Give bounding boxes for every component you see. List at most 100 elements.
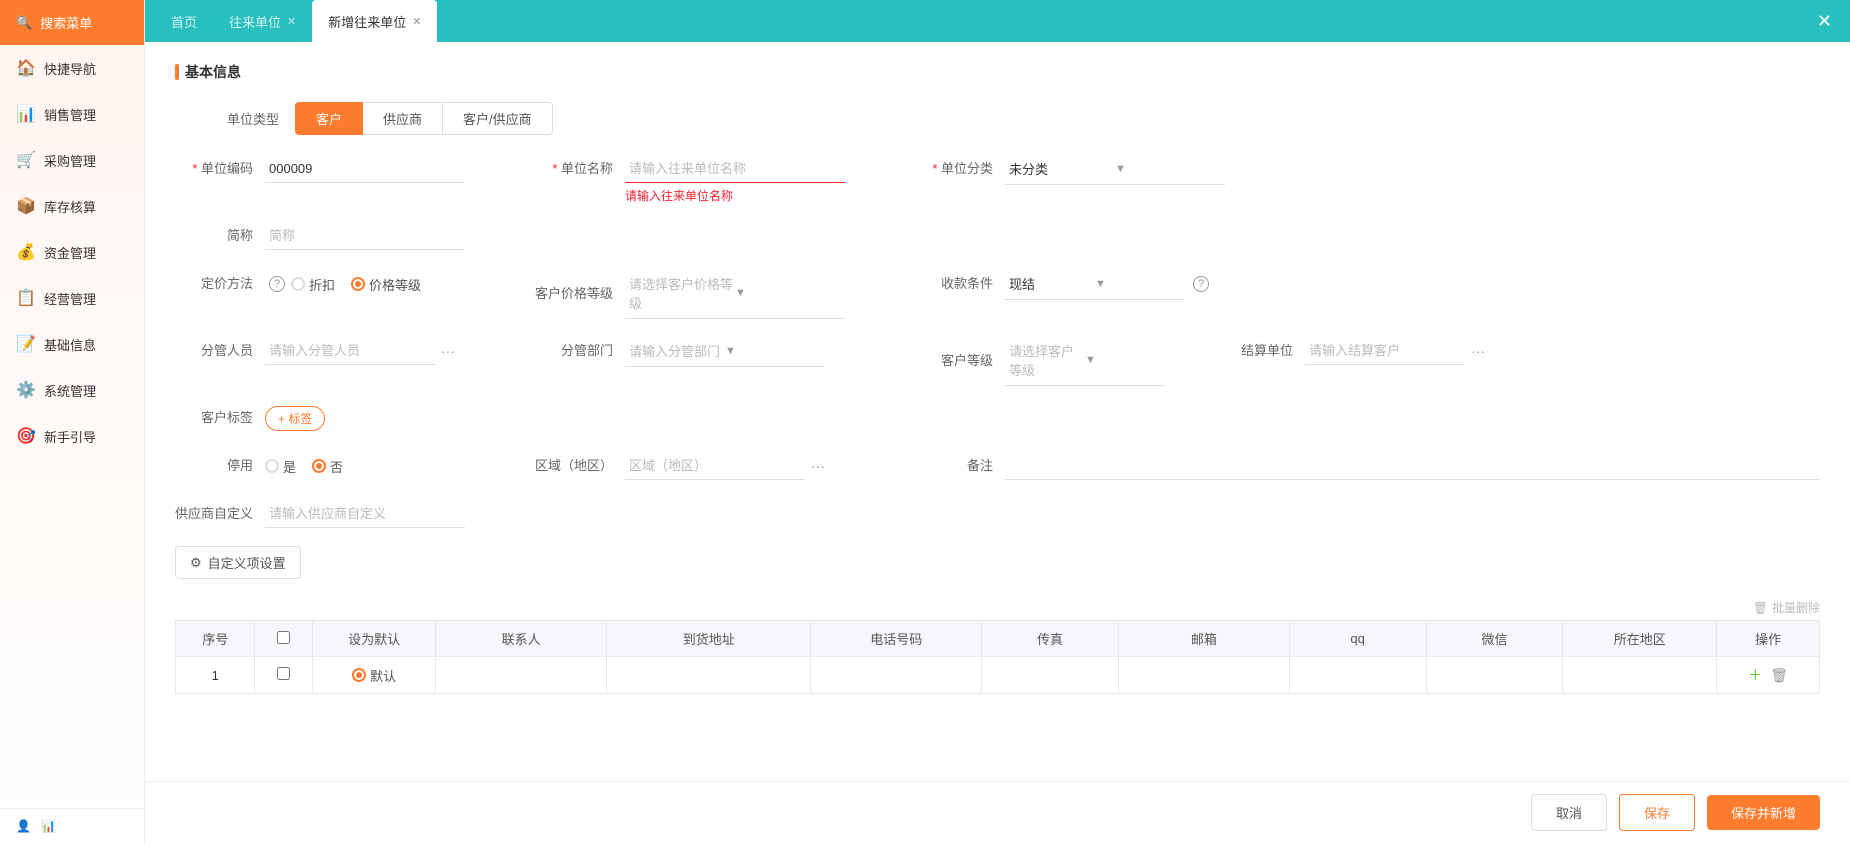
unit-name-label: 单位名称 (535, 153, 625, 185)
sidebar: 🔍 搜索菜单 🏠 快捷导航 📊 销售管理 🛒 采购管理 📦 库存核算 💰 资金管… (0, 0, 145, 843)
region-dots[interactable]: ··· (805, 458, 831, 474)
fax-input[interactable] (1020, 668, 1080, 683)
customer-level-select[interactable]: 请选择客户等级 ▼ (1005, 335, 1165, 386)
field-manager: 分管人员 ··· (175, 335, 535, 367)
tab-partners-close[interactable]: ✕ (287, 15, 296, 28)
cancel-button[interactable]: 取消 (1531, 794, 1607, 831)
save-button[interactable]: 保存 (1619, 794, 1695, 831)
sidebar-item-purchase[interactable]: 🛒 采购管理 (0, 137, 144, 183)
col-qq: qq (1289, 621, 1426, 657)
sidebar-item-operations[interactable]: 📋 经营管理 (0, 275, 144, 321)
payment-terms-select[interactable]: 现结 ▼ (1005, 268, 1185, 300)
unit-type-row: 单位类型 客户 供应商 客户/供应商 (175, 102, 1820, 135)
wechat-input[interactable] (1464, 668, 1524, 683)
address-input[interactable] (659, 668, 759, 683)
manager-dots[interactable]: ··· (435, 343, 461, 359)
phone-input[interactable] (856, 668, 936, 683)
sidebar-item-finance[interactable]: 💰 资金管理 (0, 229, 144, 275)
tab-partners[interactable]: 往来单位 ✕ (213, 0, 312, 42)
field-remark: 备注 (915, 450, 1820, 482)
cell-phone[interactable] (811, 657, 982, 694)
tabs-close-all[interactable]: ✕ (1809, 11, 1840, 32)
pricing-level-label: 价格等级 (369, 275, 421, 294)
unit-btn-customer[interactable]: 客户 (295, 102, 363, 135)
pricing-discount-radio[interactable]: 折扣 (291, 275, 335, 294)
tab-home-label: 首页 (171, 12, 197, 31)
settlement-dots[interactable]: ··· (1465, 343, 1491, 359)
default-radio[interactable]: 默认 (323, 666, 425, 685)
customer-price-chevron: ▼ (735, 287, 841, 299)
main-content: 首页 往来单位 ✕ 新增往来单位 ✕ ✕ 基本信息 单位类型 客户 供应商 客户… (145, 0, 1850, 843)
cell-fax[interactable] (982, 657, 1119, 694)
select-all-checkbox[interactable] (277, 631, 290, 644)
disable-yes-radio[interactable]: 是 (265, 457, 296, 476)
unit-code-input[interactable] (265, 155, 465, 183)
tab-new-partner[interactable]: 新增往来单位 ✕ (312, 0, 437, 42)
batch-delete-icon: 🗑 (1753, 601, 1768, 615)
qq-input[interactable] (1328, 668, 1388, 683)
col-checkbox[interactable] (255, 621, 312, 657)
cell-region[interactable] (1563, 657, 1717, 694)
unit-category-select[interactable]: 未分类 ▼ (1005, 153, 1225, 185)
short-name-input[interactable] (265, 222, 465, 250)
contact-input[interactable] (481, 668, 561, 683)
customer-price-level-select[interactable]: 请选择客户价格等级 ▼ (625, 268, 845, 319)
cell-checkbox[interactable] (255, 657, 312, 694)
sidebar-item-system[interactable]: ⚙️ 系统管理 (0, 367, 144, 413)
save-new-button[interactable]: 保存并新增 (1707, 795, 1820, 830)
col-phone: 电话号码 (811, 621, 982, 657)
cell-qq[interactable] (1289, 657, 1426, 694)
pricing-level-radio[interactable]: 价格等级 (351, 275, 421, 294)
sidebar-item-label: 快捷导航 (44, 59, 96, 78)
cell-action: ＋ 🗑 (1717, 657, 1820, 694)
field-customer-price-level: 客户价格等级 请选择客户价格等级 ▼ (535, 268, 915, 319)
cell-wechat[interactable] (1426, 657, 1563, 694)
row-checkbox[interactable] (277, 667, 290, 680)
cell-address[interactable] (606, 657, 810, 694)
department-select[interactable]: 请输入分管部门 ▼ (625, 335, 825, 367)
sidebar-item-guide[interactable]: 🎯 新手引导 (0, 413, 144, 459)
sidebar-item-label: 经营管理 (44, 289, 96, 308)
sidebar-bottom-icon2[interactable]: 📊 (41, 819, 56, 833)
delete-row-btn[interactable]: 🗑 (1770, 667, 1788, 684)
sidebar-item-sales[interactable]: 📊 销售管理 (0, 91, 144, 137)
cell-contact[interactable] (436, 657, 607, 694)
sidebar-item-basic[interactable]: 📝 基础信息 (0, 321, 144, 367)
disable-no-radio[interactable]: 否 (312, 457, 343, 476)
sidebar-item-quick-nav[interactable]: 🏠 快捷导航 (0, 45, 144, 91)
custom-settings-button[interactable]: ⚙ 自定义项设置 (175, 546, 301, 579)
col-fax: 传真 (982, 621, 1119, 657)
settlement-unit-input[interactable] (1305, 337, 1465, 365)
sidebar-item-inventory[interactable]: 📦 库存核算 (0, 183, 144, 229)
sidebar-bottom-icon1[interactable]: 👤 (16, 819, 31, 833)
remark-input[interactable] (1005, 452, 1820, 480)
payment-terms-help-icon[interactable]: ? (1193, 276, 1209, 292)
col-contact: 联系人 (436, 621, 607, 657)
add-tag-button[interactable]: + 标签 (265, 406, 325, 431)
tab-home[interactable]: 首页 (155, 0, 213, 42)
sidebar-item-label: 系统管理 (44, 381, 96, 400)
form-row-disable: 停用 是 否 区域（地区） ··· 备注 (175, 450, 1820, 482)
unit-btn-supplier[interactable]: 供应商 (363, 102, 443, 135)
custom-settings-label: 自定义项设置 (208, 553, 286, 572)
col-address: 到货地址 (606, 621, 810, 657)
region-input[interactable] (625, 452, 805, 480)
disable-radio-group: 是 否 (265, 451, 343, 482)
unit-name-input[interactable] (625, 155, 845, 183)
tab-new-partner-close[interactable]: ✕ (412, 15, 421, 28)
pricing-help-icon[interactable]: ? (269, 276, 285, 292)
disable-label: 停用 (175, 450, 265, 482)
field-department: 分管部门 请输入分管部门 ▼ (535, 335, 915, 367)
supplier-custom-input[interactable] (265, 500, 465, 528)
email-input[interactable] (1164, 668, 1244, 683)
region-table-input[interactable] (1605, 668, 1675, 683)
unit-name-error: 请输入往来单位名称 (625, 187, 733, 204)
batch-delete-button[interactable]: 🗑 批量删除 (1753, 599, 1820, 616)
manager-input[interactable] (265, 337, 435, 365)
unit-btn-both[interactable]: 客户/供应商 (443, 102, 553, 135)
add-row-btn[interactable]: ＋ (1748, 665, 1762, 685)
cell-email[interactable] (1118, 657, 1289, 694)
payment-terms-chevron: ▼ (1095, 278, 1181, 290)
form-row-1: 单位编码 单位名称 请输入往来单位名称 单位分类 未分类 ▼ (175, 153, 1820, 204)
sidebar-search[interactable]: 🔍 搜索菜单 (0, 0, 144, 45)
